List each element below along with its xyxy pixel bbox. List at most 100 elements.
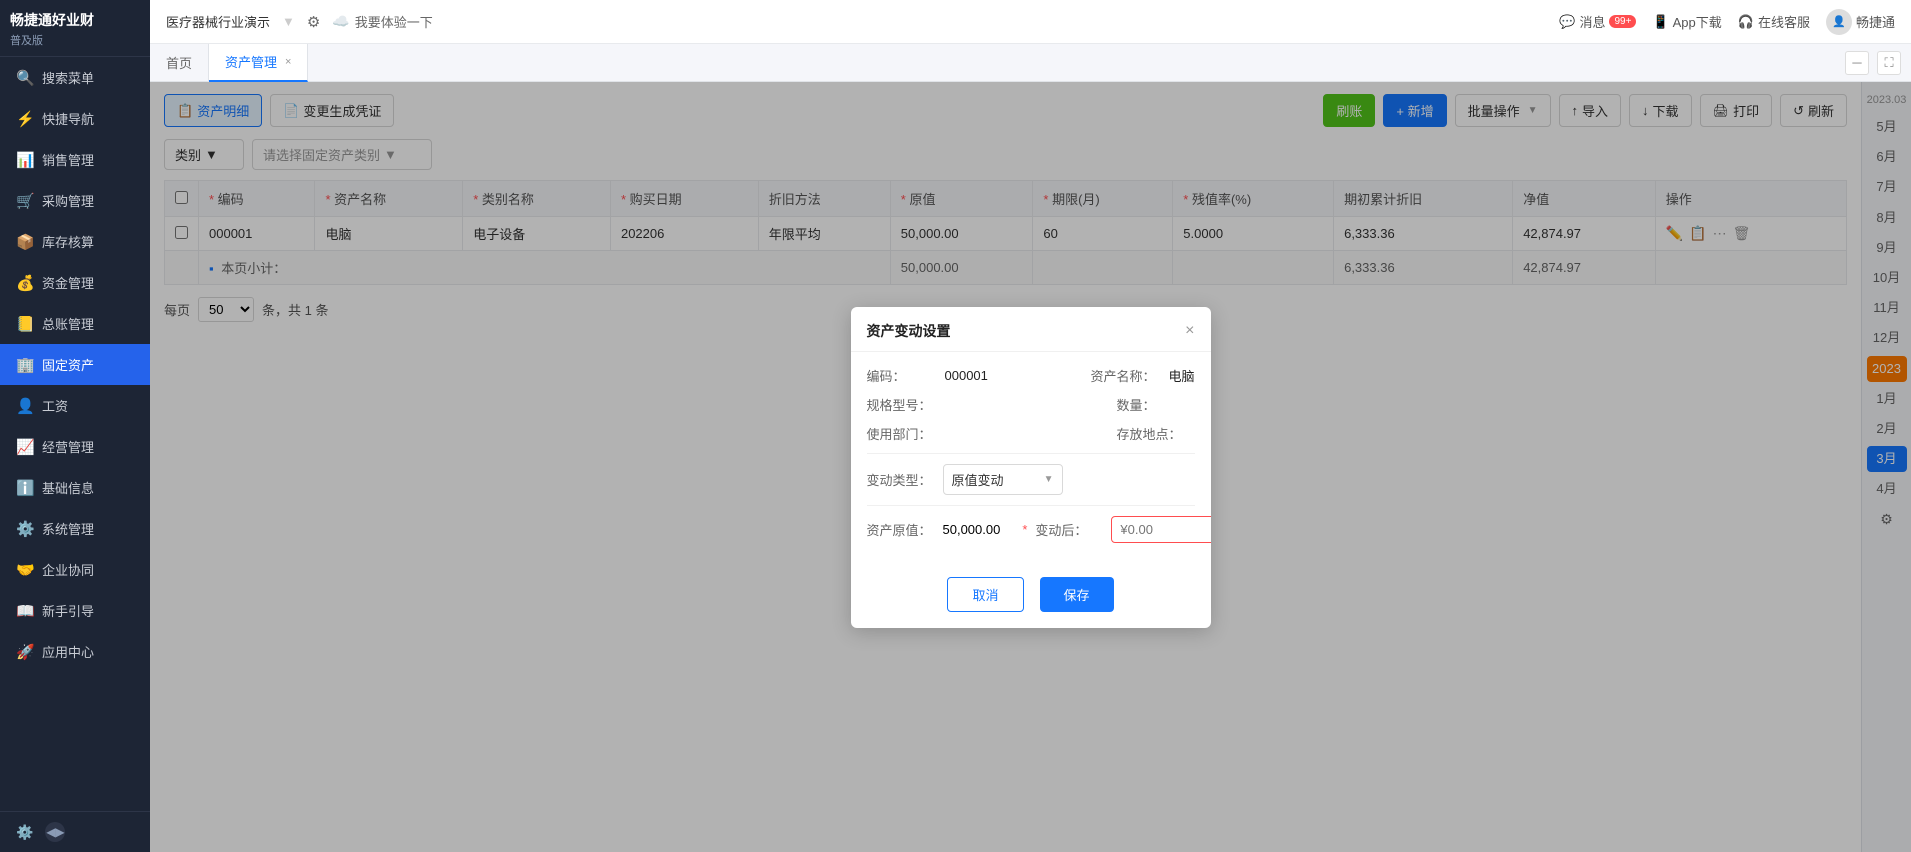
dialog-divider-1 bbox=[867, 453, 1195, 454]
sidebar-label-finance: 资金管理 bbox=[42, 273, 94, 292]
sidebar-item-fixed-assets[interactable]: 🏢 固定资产 bbox=[0, 344, 150, 385]
sidebar-label-app-center: 应用中心 bbox=[42, 642, 94, 661]
tab-asset-management[interactable]: 资产管理 × bbox=[209, 44, 308, 82]
messages-label: 消息 bbox=[1579, 12, 1605, 31]
settings-icon[interactable]: ⚙️ bbox=[16, 824, 33, 841]
asset-change-dialog: 资产变动设置 × 编码： 000001 资产名称： 电脑 规格型号： bbox=[851, 307, 1211, 628]
sidebar-label-enterprise: 企业协同 bbox=[42, 560, 94, 579]
quick-nav-icon: ⚡ bbox=[16, 110, 34, 128]
dialog-divider-2 bbox=[867, 505, 1195, 506]
dialog-name-value: 电脑 bbox=[1168, 366, 1194, 385]
dialog-original-value-label: 资产原值： bbox=[867, 520, 937, 539]
sidebar-label-purchase: 采购管理 bbox=[42, 191, 94, 210]
tab-minimize-button[interactable]: ─ bbox=[1845, 51, 1869, 75]
required-star: * bbox=[1022, 522, 1027, 537]
app-title: 畅捷通好业财 bbox=[10, 10, 140, 30]
sidebar-item-purchase[interactable]: 🛒 采购管理 bbox=[0, 180, 150, 221]
dialog-close-icon[interactable]: × bbox=[1185, 322, 1194, 340]
dialog-body: 编码： 000001 资产名称： 电脑 规格型号： 数量： bbox=[851, 352, 1211, 567]
sidebar-item-quick-nav[interactable]: ⚡ 快捷导航 bbox=[0, 98, 150, 139]
user-menu[interactable]: 👤 畅捷通 bbox=[1826, 9, 1895, 35]
dialog-code-value: 000001 bbox=[945, 368, 988, 383]
collapse-btn[interactable]: ◀▶ bbox=[45, 822, 65, 842]
fixed-assets-icon: 🏢 bbox=[16, 356, 34, 374]
sidebar-footer: ⚙️ ◀▶ bbox=[0, 811, 150, 852]
dialog-header: 资产变动设置 × bbox=[851, 307, 1211, 352]
sidebar-item-basic-info[interactable]: ℹ️ 基础信息 bbox=[0, 467, 150, 508]
tab-home[interactable]: 首页 bbox=[150, 44, 209, 82]
operations-icon: 📈 bbox=[16, 438, 34, 456]
dialog-change-type-select[interactable]: 原值变动 ▼ bbox=[943, 464, 1063, 495]
sidebar-item-guide[interactable]: 📖 新手引导 bbox=[0, 590, 150, 631]
salary-icon: 👤 bbox=[16, 397, 34, 415]
dialog-row-code-name: 编码： 000001 资产名称： 电脑 bbox=[867, 366, 1195, 385]
app-download-icon: 📱 bbox=[1652, 14, 1668, 30]
main-area: 医疗器械行业演示 ▼ ⚙ ☁️ 我要体验一下 💬 消息 99+ 📱 App下载 … bbox=[150, 0, 1911, 852]
dialog-dept-label: 使用部门： bbox=[867, 424, 937, 443]
messages-button[interactable]: 💬 消息 99+ bbox=[1559, 12, 1636, 31]
inventory-icon: 📦 bbox=[16, 233, 34, 251]
experience-button[interactable]: ☁️ 我要体验一下 bbox=[332, 12, 432, 31]
search-icon: 🔍 bbox=[16, 69, 34, 87]
sidebar-item-finance[interactable]: 💰 资金管理 bbox=[0, 262, 150, 303]
dialog-change-type-arrow: ▼ bbox=[1044, 474, 1054, 485]
sidebar: 畅捷通好业财 普及版 🔍 搜索菜单 ⚡ 快捷导航 📊 销售管理 🛒 采购管理 📦… bbox=[0, 0, 150, 852]
dialog-field-change-type: 变动类型： 原值变动 ▼ bbox=[867, 464, 1195, 495]
customer-service-button[interactable]: 🎧 在线客服 bbox=[1738, 12, 1810, 31]
app-edition: 普及版 bbox=[10, 32, 140, 48]
dialog-title: 资产变动设置 bbox=[867, 321, 951, 341]
dialog-spec-label: 规格型号： bbox=[867, 395, 937, 414]
sidebar-label-basic-info: 基础信息 bbox=[42, 478, 94, 497]
user-avatar: 👤 bbox=[1826, 9, 1852, 35]
save-button[interactable]: 保存 bbox=[1040, 577, 1114, 612]
tab-asset-management-label: 资产管理 bbox=[225, 52, 277, 71]
sidebar-item-salary[interactable]: 👤 工资 bbox=[0, 385, 150, 426]
dialog-name-label: 资产名称： bbox=[1090, 366, 1160, 385]
sidebar-label-inventory: 库存核算 bbox=[42, 232, 94, 251]
sidebar-item-search[interactable]: 🔍 搜索菜单 bbox=[0, 57, 150, 98]
basic-info-icon: ℹ️ bbox=[16, 479, 34, 497]
dialog-change-type-label: 变动类型： bbox=[867, 470, 937, 489]
cancel-button[interactable]: 取消 bbox=[947, 577, 1023, 612]
sidebar-label-ledger: 总账管理 bbox=[42, 314, 94, 333]
dialog-location-label: 存放地点： bbox=[1117, 424, 1187, 443]
company-settings-icon[interactable]: ⚙ bbox=[307, 13, 320, 31]
sidebar-label-sales: 销售管理 bbox=[42, 150, 94, 169]
sidebar-item-ledger[interactable]: 📒 总账管理 bbox=[0, 303, 150, 344]
top-bar: 医疗器械行业演示 ▼ ⚙ ☁️ 我要体验一下 💬 消息 99+ 📱 App下载 … bbox=[150, 0, 1911, 44]
guide-icon: 📖 bbox=[16, 602, 34, 620]
sidebar-label-system: 系统管理 bbox=[42, 519, 94, 538]
sidebar-label-salary: 工资 bbox=[42, 396, 68, 415]
sidebar-scroll: 🔍 搜索菜单 ⚡ 快捷导航 📊 销售管理 🛒 采购管理 📦 库存核算 💰 资金管… bbox=[0, 57, 150, 811]
dialog-change-after-label: 变动后： bbox=[1035, 520, 1105, 539]
sidebar-item-system[interactable]: ⚙️ 系统管理 bbox=[0, 508, 150, 549]
sidebar-item-app-center[interactable]: 🚀 应用中心 bbox=[0, 631, 150, 672]
enterprise-icon: 🤝 bbox=[16, 561, 34, 579]
dialog-code-label: 编码： bbox=[867, 366, 937, 385]
tab-controls: ─ ⛶ bbox=[1845, 51, 1911, 75]
expand-icon: ⛶ bbox=[1884, 55, 1893, 71]
tab-expand-button[interactable]: ⛶ bbox=[1877, 51, 1901, 75]
collapse-icon: ◀▶ bbox=[46, 825, 64, 839]
tab-home-label: 首页 bbox=[166, 53, 192, 72]
sidebar-item-inventory[interactable]: 📦 库存核算 bbox=[0, 221, 150, 262]
sidebar-item-enterprise[interactable]: 🤝 企业协同 bbox=[0, 549, 150, 590]
dialog-change-after-input[interactable] bbox=[1111, 516, 1210, 543]
sidebar-label-fixed-assets: 固定资产 bbox=[42, 355, 94, 374]
customer-service-label: 在线客服 bbox=[1758, 12, 1810, 31]
sales-icon: 📊 bbox=[16, 151, 34, 169]
tab-close-icon[interactable]: × bbox=[285, 56, 291, 68]
app-download-button[interactable]: 📱 App下载 bbox=[1652, 12, 1721, 31]
dialog-row-spec-quantity: 规格型号： 数量： bbox=[867, 395, 1195, 414]
sidebar-label-operations: 经营管理 bbox=[42, 437, 94, 456]
sidebar-label-quick-nav: 快捷导航 bbox=[42, 109, 94, 128]
purchase-icon: 🛒 bbox=[16, 192, 34, 210]
messages-icon: 💬 bbox=[1559, 14, 1575, 30]
dialog-field-value-row: 资产原值： 50,000.00 * 变动后： bbox=[867, 516, 1195, 543]
content-area: 📋 资产明细 📄 变更生成凭证 刷账 + 新增 批量操作 ▼ bbox=[150, 82, 1911, 852]
system-icon: ⚙️ bbox=[16, 520, 34, 538]
sidebar-item-sales[interactable]: 📊 销售管理 bbox=[0, 139, 150, 180]
sidebar-item-operations[interactable]: 📈 经营管理 bbox=[0, 426, 150, 467]
sidebar-label-search: 搜索菜单 bbox=[42, 68, 94, 87]
dialog-change-type-value: 原值变动 bbox=[952, 470, 1004, 489]
